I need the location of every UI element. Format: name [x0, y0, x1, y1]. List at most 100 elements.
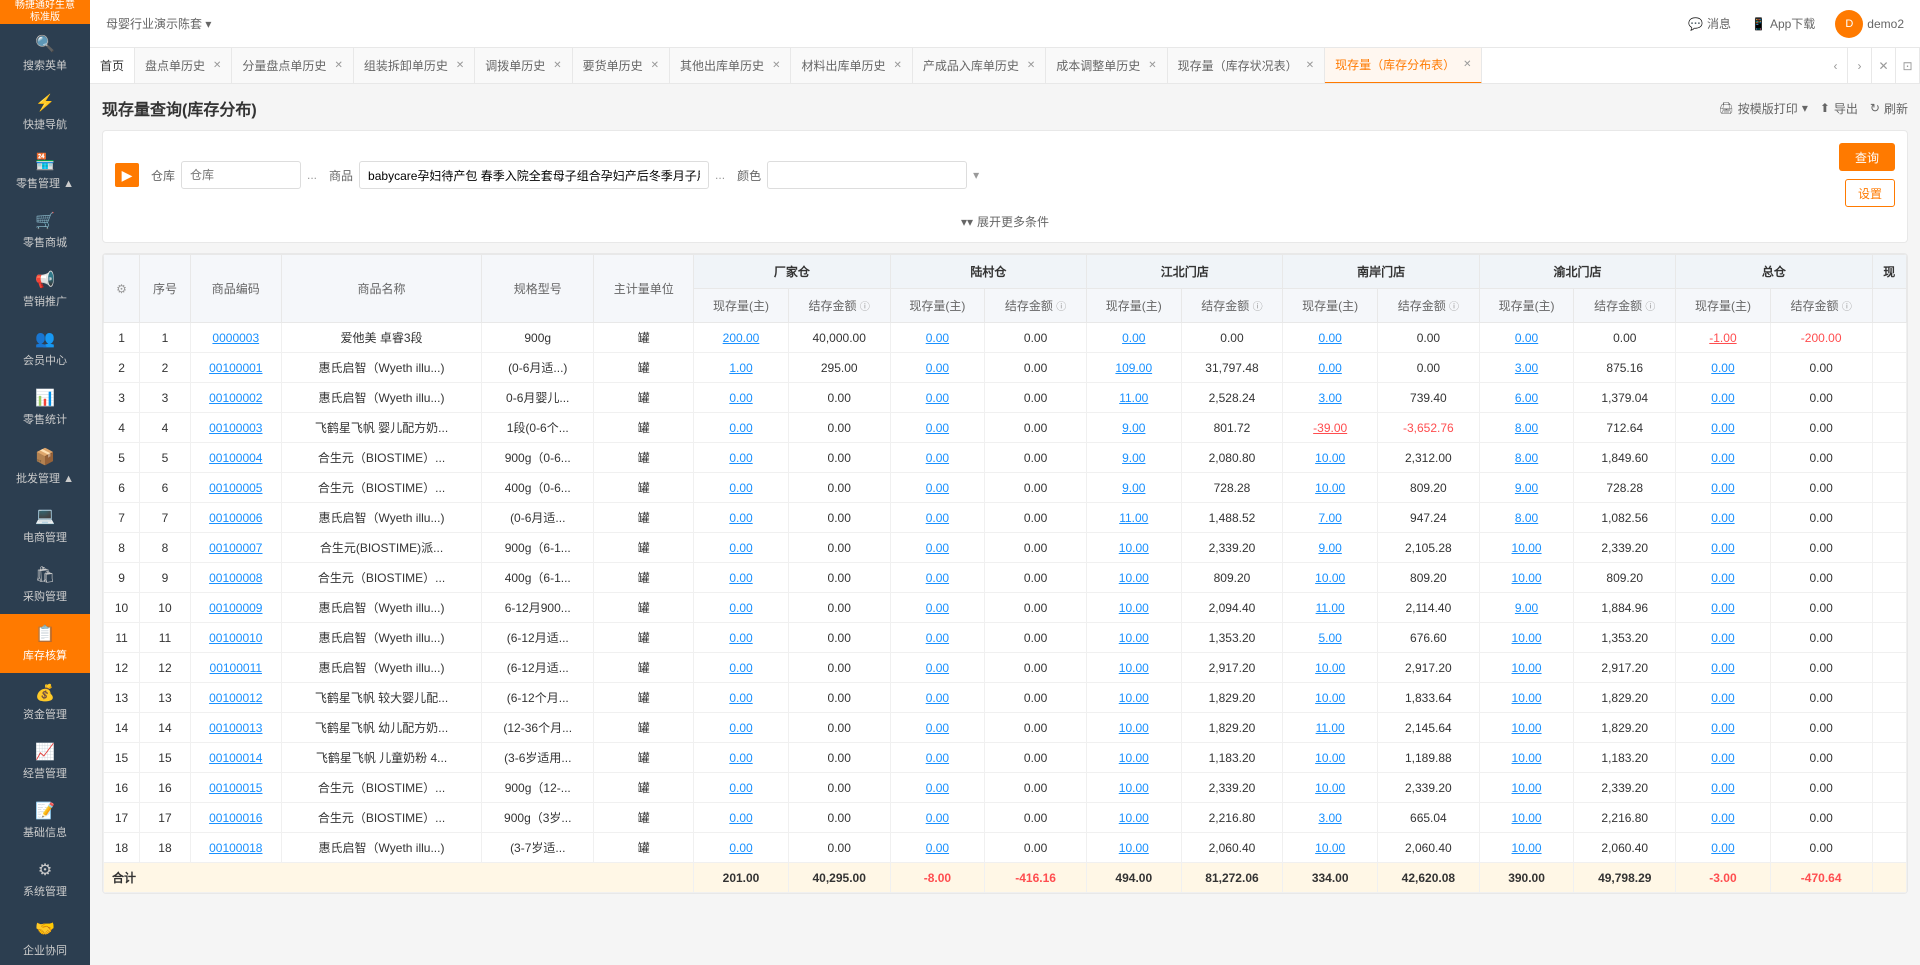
cell-w2s[interactable]: 0.00 [890, 683, 985, 713]
cell-w5s[interactable]: 8.00 [1479, 413, 1574, 443]
cell-w5s[interactable]: 6.00 [1479, 383, 1574, 413]
app-download-btn[interactable]: 📱 App下载 [1751, 15, 1815, 32]
cell-w3s[interactable]: 9.00 [1087, 473, 1182, 503]
cell-code[interactable]: 00100015 [190, 773, 281, 803]
cell-w2s[interactable]: 0.00 [890, 503, 985, 533]
cell-w1s[interactable]: 0.00 [694, 473, 789, 503]
cell-totals[interactable]: 0.00 [1676, 473, 1771, 503]
cell-w4s[interactable]: 11.00 [1283, 713, 1378, 743]
cell-totals[interactable]: 0.00 [1676, 563, 1771, 593]
cell-w3s[interactable]: 10.00 [1087, 773, 1182, 803]
tab-close-combo[interactable]: ✕ [456, 60, 464, 71]
tab-material-out[interactable]: 材料出库单历史✕ [791, 48, 912, 84]
cell-totals[interactable]: 0.00 [1676, 623, 1771, 653]
cell-totals[interactable]: 0.00 [1676, 653, 1771, 683]
cell-w4s[interactable]: 3.00 [1283, 803, 1378, 833]
cell-w1s[interactable]: 0.00 [694, 713, 789, 743]
cell-w3s[interactable]: 10.00 [1087, 653, 1182, 683]
sidebar-item-business[interactable]: 📈经营管理 [0, 732, 90, 791]
cell-w3s[interactable]: 10.00 [1087, 833, 1182, 863]
cell-w2s[interactable]: 0.00 [890, 653, 985, 683]
cell-w5s[interactable]: 10.00 [1479, 833, 1574, 863]
cell-totals[interactable]: 0.00 [1676, 443, 1771, 473]
tab-combo[interactable]: 组装拆卸单历史✕ [354, 48, 475, 84]
col-gear[interactable]: ⚙ [104, 255, 140, 323]
tab-close-inventory-count[interactable]: ✕ [213, 60, 221, 71]
cell-w5s[interactable]: 9.00 [1479, 593, 1574, 623]
cell-totals[interactable]: 0.00 [1676, 773, 1771, 803]
warehouse-dots[interactable]: ... [307, 168, 317, 182]
cell-w2s[interactable]: 0.00 [890, 743, 985, 773]
cell-w1s[interactable]: 0.00 [694, 833, 789, 863]
cell-totals[interactable]: 0.00 [1676, 593, 1771, 623]
cell-totals[interactable]: 0.00 [1676, 713, 1771, 743]
tab-close-all-btn[interactable]: ✕ [1872, 48, 1896, 84]
sidebar-item-basic[interactable]: 📝基础信息 [0, 791, 90, 850]
cell-w3s[interactable]: 10.00 [1087, 533, 1182, 563]
cell-code[interactable]: 00100007 [190, 533, 281, 563]
cell-w3s[interactable]: 9.00 [1087, 413, 1182, 443]
cell-code[interactable]: 00100008 [190, 563, 281, 593]
cell-w1s[interactable]: 0.00 [694, 593, 789, 623]
cell-code[interactable]: 00100006 [190, 503, 281, 533]
tab-close-transfer[interactable]: ✕ [553, 60, 561, 71]
cell-w3s[interactable]: 11.00 [1087, 383, 1182, 413]
cell-w4s[interactable]: -39.00 [1283, 413, 1378, 443]
cell-totals[interactable]: 0.00 [1676, 413, 1771, 443]
tab-next-btn[interactable]: › [1848, 48, 1872, 84]
goods-dots[interactable]: ... [715, 168, 725, 182]
cell-code[interactable]: 00100004 [190, 443, 281, 473]
cell-w2s[interactable]: 0.00 [890, 473, 985, 503]
cell-w1s[interactable]: 0.00 [694, 413, 789, 443]
cell-w4s[interactable]: 0.00 [1283, 323, 1378, 353]
cell-w2s[interactable]: 0.00 [890, 413, 985, 443]
search-btn[interactable]: 查询 [1839, 143, 1895, 171]
cell-w5s[interactable]: 10.00 [1479, 773, 1574, 803]
sidebar-item-retail-mgmt[interactable]: 🏪零售管理 ▲ [0, 142, 90, 201]
sidebar-item-finance[interactable]: 💰资金管理 [0, 673, 90, 732]
cell-w2s[interactable]: 0.00 [890, 773, 985, 803]
cell-totals[interactable]: 0.00 [1676, 743, 1771, 773]
cell-w1s[interactable]: 0.00 [694, 533, 789, 563]
cell-w2s[interactable]: 0.00 [890, 563, 985, 593]
tab-close-branch-count[interactable]: ✕ [334, 60, 342, 71]
cell-code[interactable]: 00100009 [190, 593, 281, 623]
cell-w5s[interactable]: 10.00 [1479, 683, 1574, 713]
cell-totals[interactable]: 0.00 [1676, 803, 1771, 833]
cell-code[interactable]: 00100002 [190, 383, 281, 413]
sidebar-item-retail-stats[interactable]: 📊零售统计 [0, 378, 90, 437]
cell-w4s[interactable]: 5.00 [1283, 623, 1378, 653]
warehouse-input[interactable] [181, 161, 301, 189]
cell-w1s[interactable]: 1.00 [694, 353, 789, 383]
tab-close-cost-adjust[interactable]: ✕ [1148, 60, 1156, 71]
cell-code[interactable]: 00100012 [190, 683, 281, 713]
cell-w2s[interactable]: 0.00 [890, 593, 985, 623]
sidebar-item-search[interactable]: 🔍搜索英单 [0, 24, 90, 83]
cell-w2s[interactable]: 0.00 [890, 443, 985, 473]
cell-w3s[interactable]: 10.00 [1087, 623, 1182, 653]
cell-totals[interactable]: 0.00 [1676, 533, 1771, 563]
cell-w1s[interactable]: 0.00 [694, 563, 789, 593]
sidebar-item-system[interactable]: ⚙系统管理 [0, 850, 90, 909]
cell-w4s[interactable]: 10.00 [1283, 473, 1378, 503]
sidebar-item-ecommerce[interactable]: 💻电商管理 [0, 496, 90, 555]
tab-branch-count[interactable]: 分量盘点单历史✕ [232, 48, 353, 84]
cell-w1s[interactable]: 0.00 [694, 503, 789, 533]
cell-totals[interactable]: 0.00 [1676, 503, 1771, 533]
cell-totals[interactable]: 0.00 [1676, 353, 1771, 383]
cell-w5s[interactable]: 10.00 [1479, 803, 1574, 833]
cell-w1s[interactable]: 0.00 [694, 653, 789, 683]
cell-w2s[interactable]: 0.00 [890, 383, 985, 413]
tab-close-other-out[interactable]: ✕ [772, 60, 780, 71]
sidebar-item-inventory[interactable]: 📋库存核算 [0, 614, 90, 673]
cell-code[interactable]: 00100014 [190, 743, 281, 773]
sidebar-item-marketing[interactable]: 📢营销推广 [0, 260, 90, 319]
cell-w5s[interactable]: 10.00 [1479, 563, 1574, 593]
cell-w3s[interactable]: 11.00 [1087, 503, 1182, 533]
sidebar-item-enterprise[interactable]: 🤝企业协同 [0, 909, 90, 965]
sidebar-item-nav[interactable]: ⚡快捷导航 [0, 83, 90, 142]
tab-order[interactable]: 要货单历史✕ [573, 48, 670, 84]
cell-w2s[interactable]: 0.00 [890, 833, 985, 863]
tab-prev-btn[interactable]: ‹ [1824, 48, 1848, 84]
cell-totals[interactable]: -1.00 [1676, 323, 1771, 353]
